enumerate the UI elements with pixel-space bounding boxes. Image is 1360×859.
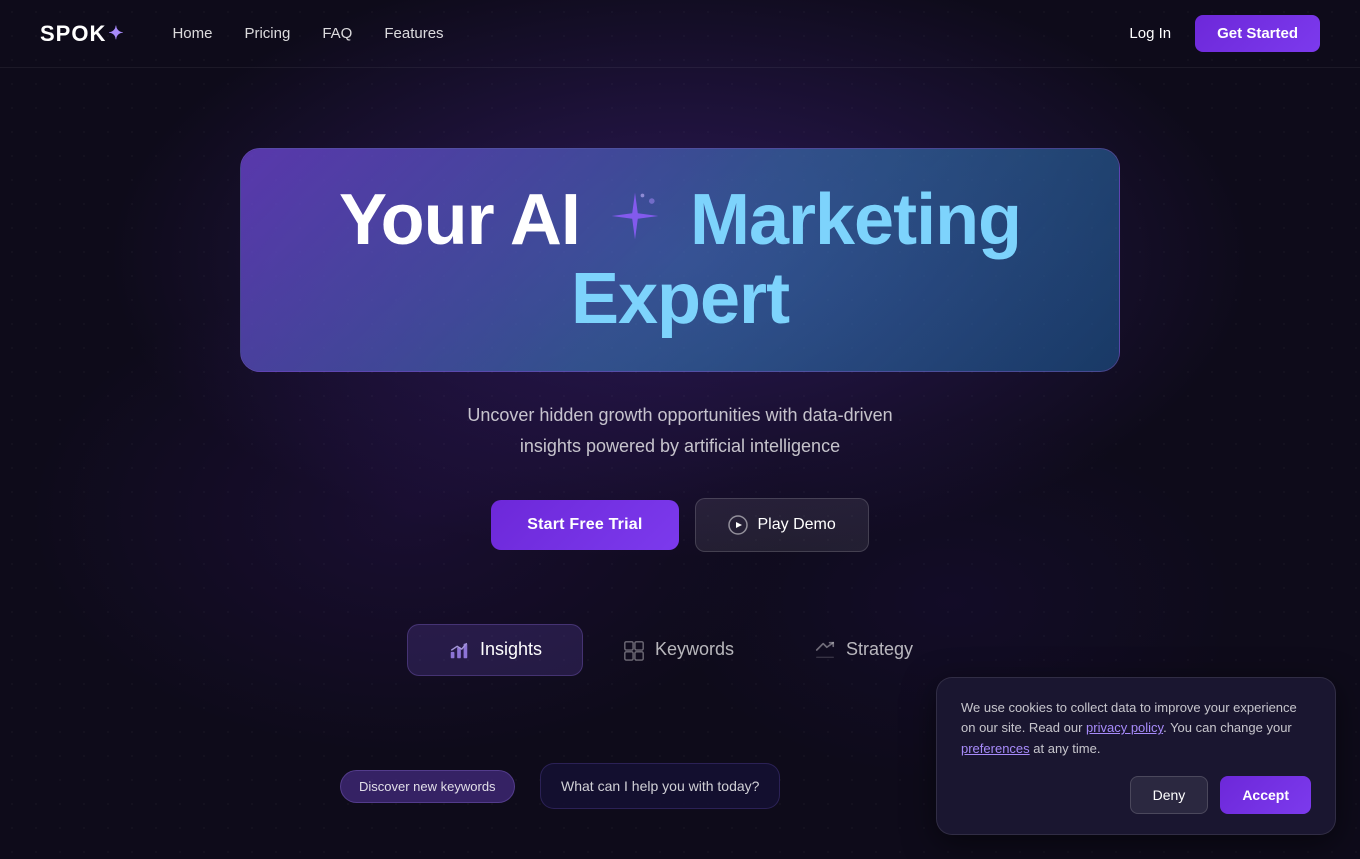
preferences-link[interactable]: preferences [961, 741, 1030, 756]
hero-subtitle-line1: Uncover hidden growth opportunities with… [467, 405, 892, 425]
hero-section: Your AI Marketing Expert Uncover hidden … [0, 68, 1360, 676]
nav-home[interactable]: Home [172, 25, 212, 42]
cookie-text-2: . You can change your [1163, 720, 1292, 735]
tab-insights-label: Insights [480, 639, 542, 660]
hero-subtitle-line2: insights powered by artificial intellige… [520, 436, 840, 456]
logo-text: SPOK [40, 21, 106, 47]
hero-subtitle: Uncover hidden growth opportunities with… [467, 400, 892, 461]
nav-faq[interactable]: FAQ [322, 25, 352, 42]
hero-title-part2: Marketing [690, 180, 1021, 260]
privacy-policy-link[interactable]: privacy policy [1086, 720, 1163, 735]
tab-keywords-label: Keywords [655, 639, 734, 660]
sparkle-icon [607, 188, 663, 244]
cookie-text: We use cookies to collect data to improv… [961, 698, 1311, 760]
chat-bubble: What can I help you with today? [540, 763, 780, 809]
cookie-text-3: at any time. [1030, 741, 1101, 756]
strategy-icon [814, 639, 836, 661]
nav-left: SPOK✦ Home Pricing FAQ Features [40, 21, 444, 47]
logo-asterisk: ✦ [108, 23, 124, 44]
navbar: SPOK✦ Home Pricing FAQ Features Log In G… [0, 0, 1360, 68]
hero-title: Your AI Marketing Expert [289, 181, 1071, 339]
hero-title-part1: Your AI [339, 180, 580, 260]
nav-pricing[interactable]: Pricing [244, 25, 290, 42]
logo: SPOK✦ [40, 21, 124, 47]
deny-button[interactable]: Deny [1130, 776, 1209, 814]
play-demo-button[interactable]: Play Demo [695, 498, 869, 552]
get-started-button[interactable]: Get Started [1195, 15, 1320, 52]
nav-links: Home Pricing FAQ Features [172, 25, 443, 42]
nav-features[interactable]: Features [384, 25, 443, 42]
insights-icon [448, 639, 470, 661]
tab-strategy-label: Strategy [846, 639, 913, 660]
hero-banner: Your AI Marketing Expert [240, 148, 1120, 372]
cookie-banner: We use cookies to collect data to improv… [936, 677, 1336, 835]
play-icon [728, 515, 748, 535]
login-button[interactable]: Log In [1129, 25, 1171, 42]
accept-button[interactable]: Accept [1220, 776, 1311, 814]
keywords-icon [623, 639, 645, 661]
hero-title-part3: Expert [571, 259, 789, 339]
play-demo-label: Play Demo [758, 516, 836, 534]
nav-right: Log In Get Started [1129, 15, 1320, 52]
start-free-trial-button[interactable]: Start Free Trial [491, 500, 678, 550]
cta-row: Start Free Trial Play Demo [491, 498, 869, 552]
cookie-buttons: Deny Accept [961, 776, 1311, 814]
discover-pill[interactable]: Discover new keywords [340, 770, 515, 803]
